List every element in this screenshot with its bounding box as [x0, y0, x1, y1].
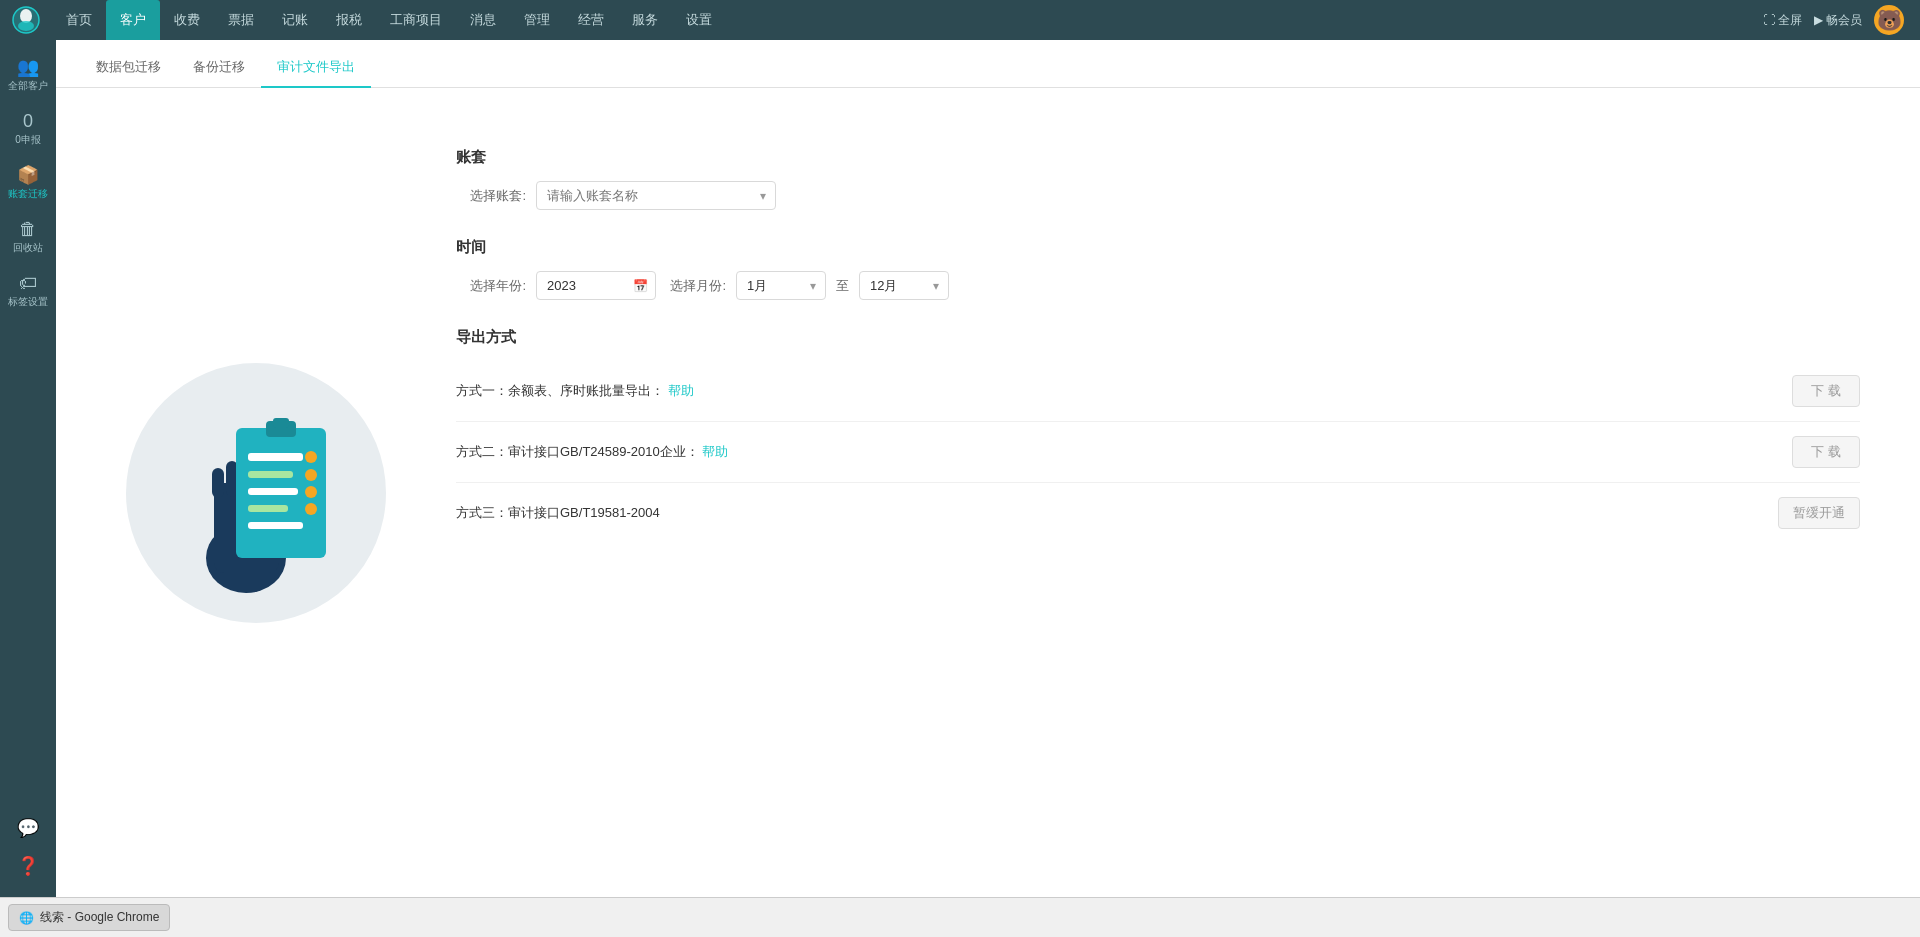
- export-method-3: 方式三：审计接口GB/T19581-2004 暂缓开通: [456, 483, 1860, 543]
- message-bottom-icon: 💬: [17, 819, 39, 837]
- top-nav-right: ⛶ 全屏 ▶ 畅会员 🐻: [1763, 5, 1920, 35]
- sidebar-item-tag-settings[interactable]: 🏷 标签设置: [0, 264, 56, 318]
- nav-settings[interactable]: 设置: [672, 0, 726, 40]
- method2-help-link[interactable]: 帮助: [702, 444, 728, 459]
- svg-rect-16: [248, 505, 288, 512]
- method2-label: 方式二：审计接口GB/T24589-2010企业： 帮助: [456, 443, 1792, 461]
- svg-point-19: [305, 469, 317, 481]
- year-label: 选择年份:: [456, 277, 526, 295]
- month-end-select[interactable]: 1月 2月 3月 4月 5月 6月 7月 8月 9月 10月 11月: [859, 271, 949, 300]
- nav-business[interactable]: 工商项目: [376, 0, 456, 40]
- account-migrate-icon: 📦: [17, 166, 39, 184]
- nav-home[interactable]: 首页: [52, 0, 106, 40]
- svg-point-2: [18, 21, 34, 31]
- method1-download-button[interactable]: 下 载: [1792, 375, 1860, 407]
- left-sidebar: 👥 全部客户 0 0申报 📦 账套迁移 🗑 回收站 🏷 标签设置 💬 ❓: [0, 40, 56, 897]
- svg-point-20: [305, 486, 317, 498]
- all-clients-icon: 👥: [17, 58, 39, 76]
- svg-point-21: [305, 503, 317, 515]
- fullscreen-button[interactable]: ⛶ 全屏: [1763, 12, 1802, 29]
- time-section-title: 时间: [456, 238, 1860, 257]
- time-row: 选择年份: 📅 选择月份: 1月 2月 3月 4月: [456, 271, 1860, 300]
- account-section-title: 账套: [456, 148, 1860, 167]
- chrome-icon: 🌐: [19, 911, 34, 925]
- content-area: 数据包迁移 备份迁移 审计文件导出: [56, 40, 1920, 897]
- svg-rect-13: [248, 453, 303, 461]
- method3-coming-soon-button: 暂缓开通: [1778, 497, 1860, 529]
- nav-tax[interactable]: 报税: [322, 0, 376, 40]
- nav-management[interactable]: 管理: [510, 0, 564, 40]
- nav-message[interactable]: 消息: [456, 0, 510, 40]
- method2-download-button[interactable]: 下 载: [1792, 436, 1860, 468]
- svg-rect-14: [248, 471, 293, 478]
- month-start-select[interactable]: 1月 2月 3月 4月 5月 6月 7月 8月 9月 10月 11月: [736, 271, 826, 300]
- month-label: 选择月份:: [666, 277, 726, 295]
- method1-help-link[interactable]: 帮助: [668, 383, 694, 398]
- sidebar-item-all-clients[interactable]: 👥 全部客户: [0, 48, 56, 102]
- nav-invoice[interactable]: 票据: [214, 0, 268, 40]
- sidebar-item-zero-declare[interactable]: 0 0申报: [0, 102, 56, 156]
- tab-data-migrate[interactable]: 数据包迁移: [80, 58, 177, 88]
- account-select-label: 选择账套:: [456, 187, 526, 205]
- tab-audit-export[interactable]: 审计文件导出: [261, 58, 371, 88]
- account-select-row: 选择账套: ▾: [456, 181, 1860, 210]
- top-nav: 首页 客户 收费 票据 记账 报税 工商项目 消息 管理 经营 服务 设置 ⛶ …: [0, 0, 1920, 40]
- app-logo: [8, 2, 44, 38]
- nav-clients[interactable]: 客户: [106, 0, 160, 40]
- month-end-wrapper: 1月 2月 3月 4月 5月 6月 7月 8月 9月 10月 11月: [859, 271, 949, 300]
- time-section: 时间 选择年份: 📅 选择月份: 1月 2月 3月: [456, 238, 1860, 300]
- account-section: 账套 选择账套: ▾: [456, 148, 1860, 210]
- illustration-circle: [126, 363, 386, 623]
- top-nav-items: 首页 客户 收费 票据 记账 报税 工商项目 消息 管理 经营 服务 设置: [52, 0, 1763, 40]
- fullscreen-icon: ⛶: [1763, 13, 1775, 27]
- taskbar-chrome-item[interactable]: 🌐 线索 - Google Chrome: [8, 904, 170, 931]
- sub-tabs: 数据包迁移 备份迁移 审计文件导出: [56, 40, 1920, 88]
- svg-rect-15: [248, 488, 298, 495]
- export-section-title: 导出方式: [456, 328, 1860, 347]
- month-start-wrapper: 1月 2月 3月 4月 5月 6月 7月 8月 9月 10月 11月: [736, 271, 826, 300]
- export-section: 导出方式 方式一：余额表、序时账批量导出： 帮助 下 载 方式二：审计接口GB/…: [456, 328, 1860, 543]
- zero-declare-icon: 0: [23, 112, 33, 130]
- account-select-input[interactable]: [536, 181, 776, 210]
- year-input-wrapper: 📅: [536, 271, 656, 300]
- svg-point-18: [305, 451, 317, 463]
- sidebar-item-account-migrate[interactable]: 📦 账套迁移: [0, 156, 56, 210]
- sidebar-item-message[interactable]: 💬: [0, 809, 56, 847]
- svg-rect-6: [212, 468, 224, 498]
- tag-settings-icon: 🏷: [19, 274, 37, 292]
- sidebar-item-help[interactable]: ❓: [0, 847, 56, 885]
- export-method-1: 方式一：余额表、序时账批量导出： 帮助 下 载: [456, 361, 1860, 422]
- help-bottom-icon: ❓: [17, 857, 39, 875]
- user-avatar[interactable]: 🐻: [1874, 5, 1904, 35]
- account-select-wrapper: [536, 181, 776, 210]
- tab-backup-migrate[interactable]: 备份迁移: [177, 58, 261, 88]
- nav-services[interactable]: 服务: [618, 0, 672, 40]
- video-icon: ▶: [1814, 13, 1823, 27]
- svg-point-1: [20, 9, 32, 23]
- page-content: 账套 选择账套: ▾ 时间 选择年份:: [56, 88, 1920, 897]
- sidebar-bottom: 💬 ❓: [0, 809, 56, 897]
- method1-label: 方式一：余额表、序时账批量导出： 帮助: [456, 382, 1792, 400]
- to-label: 至: [836, 277, 849, 295]
- svg-rect-17: [248, 522, 303, 529]
- recycle-icon: 🗑: [19, 220, 37, 238]
- taskbar: 🌐 线索 - Google Chrome: [0, 897, 1920, 937]
- nav-billing[interactable]: 收费: [160, 0, 214, 40]
- nav-operations[interactable]: 经营: [564, 0, 618, 40]
- illustration-area: [116, 128, 396, 857]
- calendar-icon: 📅: [633, 279, 648, 293]
- nav-accounting[interactable]: 记账: [268, 0, 322, 40]
- method3-label: 方式三：审计接口GB/T19581-2004: [456, 504, 1778, 522]
- main-layout: 👥 全部客户 0 0申报 📦 账套迁移 🗑 回收站 🏷 标签设置 💬 ❓: [0, 40, 1920, 897]
- export-method-2: 方式二：审计接口GB/T24589-2010企业： 帮助 下 载: [456, 422, 1860, 483]
- vip-button[interactable]: ▶ 畅会员: [1814, 12, 1862, 29]
- svg-rect-12: [273, 418, 289, 428]
- sidebar-item-recycle[interactable]: 🗑 回收站: [0, 210, 56, 264]
- form-area: 账套 选择账套: ▾ 时间 选择年份:: [456, 128, 1860, 857]
